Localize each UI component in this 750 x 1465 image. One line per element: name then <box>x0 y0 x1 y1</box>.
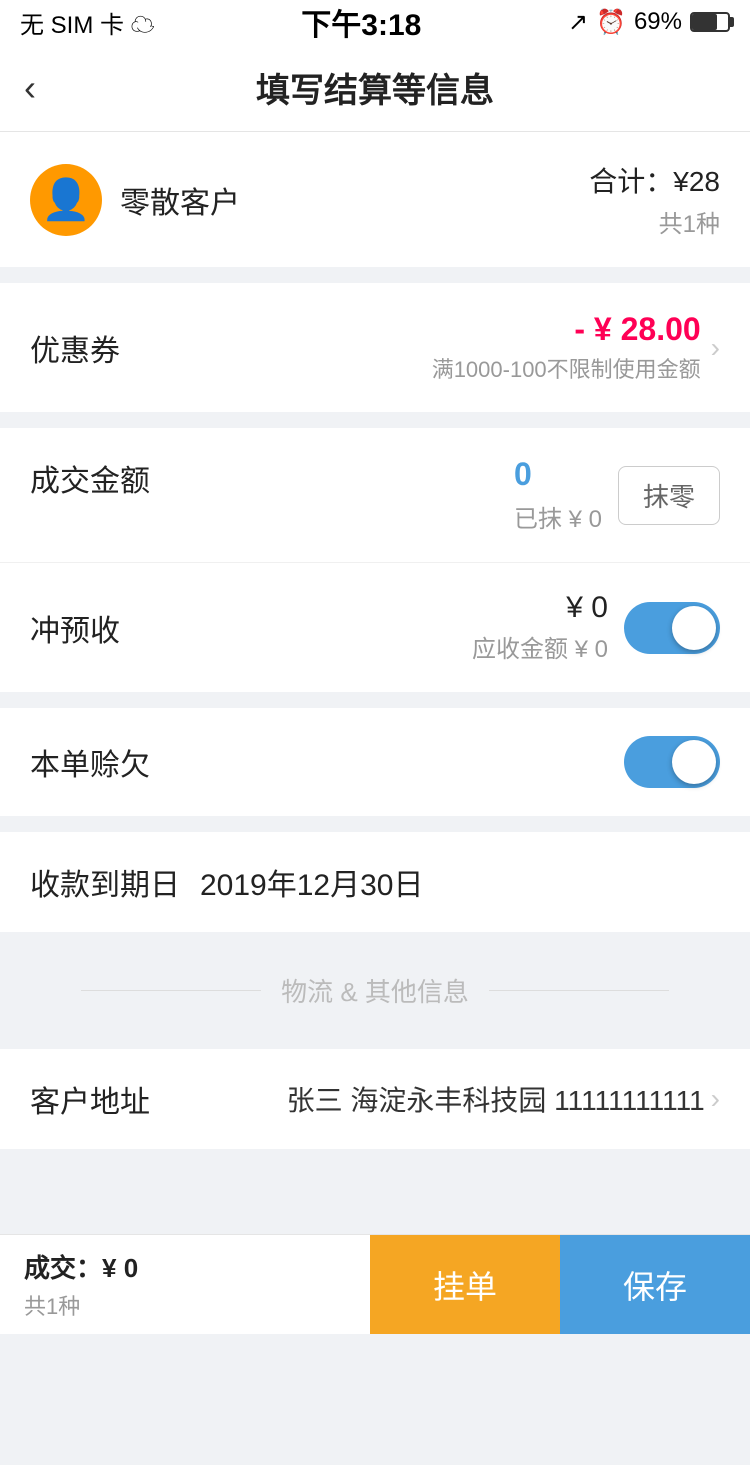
prepay-info: ¥ 0 应收金额 ¥ 0 <box>472 591 608 664</box>
prepay-right: ¥ 0 应收金额 ¥ 0 <box>472 591 720 664</box>
bottom-info: 成交：¥ 0 共1种 <box>0 1235 370 1334</box>
status-time: 下午3:18 <box>301 0 421 44</box>
customer-name: 零散客户 <box>120 178 240 222</box>
chevron-icon: › <box>711 332 720 364</box>
alarm-icon: ⏰ <box>596 8 626 37</box>
prepay-sub: 应收金额 ¥ 0 <box>472 629 608 664</box>
toggle-knob-debit <box>672 740 716 784</box>
back-button[interactable]: ‹ <box>24 67 36 109</box>
divider-section: 物流 & 其他信息 <box>0 948 750 1033</box>
status-left: 无 SIM 卡 ☁ <box>20 5 155 40</box>
transaction-sub: 已抹 ¥ 0 <box>514 499 602 534</box>
address-right: 张三 海淀永丰科技园 11111111111 › <box>287 1079 720 1119</box>
due-date-row: 收款到期日 2019年12月30日 <box>0 832 750 932</box>
customer-right: 合计：¥28 共1种 <box>589 160 720 239</box>
hang-button[interactable]: 挂单 <box>370 1235 560 1334</box>
due-date-value: 2019年12月30日 <box>200 860 423 904</box>
customer-left: 👤 零散客户 <box>30 164 240 236</box>
address-label: 客户地址 <box>30 1077 150 1121</box>
deal-label: 成交： <box>24 1253 102 1283</box>
divider-text: 物流 & 其他信息 <box>281 972 469 1009</box>
coupon-desc: 满1000-100不限制使用金额 <box>432 352 701 384</box>
prepay-row: 冲预收 ¥ 0 应收金额 ¥ 0 <box>0 563 750 692</box>
address-value: 张三 海淀永丰科技园 11111111111 <box>287 1079 705 1119</box>
total-label: 合计：¥28 <box>589 160 720 200</box>
transaction-value: 0 <box>514 456 602 493</box>
battery-icon <box>690 12 730 32</box>
address-chevron-icon: › <box>711 1083 720 1115</box>
debit-toggle[interactable] <box>624 736 720 788</box>
address-row[interactable]: 客户地址 张三 海淀永丰科技园 11111111111 › <box>0 1049 750 1149</box>
due-date-label: 收款到期日 <box>30 860 180 904</box>
transaction-right: 0 已抹 ¥ 0 抹零 <box>514 456 720 534</box>
debit-label: 本单赊欠 <box>30 740 150 784</box>
user-icon: 👤 <box>41 176 91 223</box>
round-button[interactable]: 抹零 <box>618 466 720 525</box>
transaction-section: 成交金额 0 已抹 ¥ 0 抹零 冲预收 ¥ 0 应收金额 ¥ 0 <box>0 428 750 692</box>
coupon-right: - ¥ 28.00 满1000-100不限制使用金额 › <box>432 311 720 384</box>
debit-section: 本单赊欠 <box>0 708 750 816</box>
coupon-row[interactable]: 优惠券 - ¥ 28.00 满1000-100不限制使用金额 › <box>0 283 750 412</box>
coupon-label: 优惠券 <box>30 326 120 370</box>
total-count: 共1种 <box>589 204 720 239</box>
toggle-knob <box>672 606 716 650</box>
divider-line: 物流 & 其他信息 <box>0 972 750 1009</box>
customer-row: 👤 零散客户 合计：¥28 共1种 <box>0 132 750 267</box>
transaction-label: 成交金额 <box>30 456 150 500</box>
coupon-amount: - ¥ 28.00 <box>432 311 701 348</box>
bottom-count: 共1种 <box>24 1289 346 1321</box>
coupon-info: - ¥ 28.00 满1000-100不限制使用金额 <box>432 311 701 384</box>
prepay-amount: ¥ 0 <box>472 591 608 625</box>
battery-label: 69% <box>634 8 682 36</box>
page-title: 填写结算等信息 <box>256 63 494 112</box>
transaction-row: 成交金额 0 已抹 ¥ 0 抹零 <box>0 428 750 563</box>
prepay-toggle[interactable] <box>624 602 720 654</box>
avatar: 👤 <box>30 164 102 236</box>
deal-amount: ¥ 0 <box>102 1253 138 1283</box>
transaction-value-wrap: 0 已抹 ¥ 0 <box>514 456 602 534</box>
save-button[interactable]: 保存 <box>560 1235 750 1334</box>
status-right: ↗ ⏰ 69% <box>568 8 730 37</box>
bottom-bar: 成交：¥ 0 共1种 挂单 保存 <box>0 1234 750 1334</box>
location-icon: ↗ <box>568 8 588 37</box>
prepay-label: 冲预收 <box>30 606 120 650</box>
sim-status: 无 SIM 卡 ☁ <box>20 5 155 40</box>
status-bar: 无 SIM 卡 ☁ 下午3:18 ↗ ⏰ 69% <box>0 0 750 44</box>
bottom-deal: 成交：¥ 0 <box>24 1248 346 1285</box>
nav-bar: ‹ 填写结算等信息 <box>0 44 750 132</box>
